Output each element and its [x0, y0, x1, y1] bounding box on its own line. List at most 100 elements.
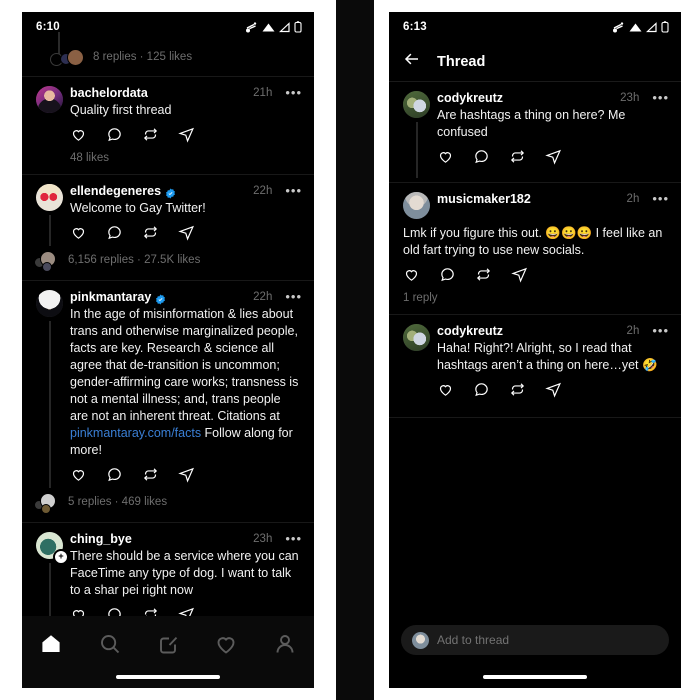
- post-pinkmantaray: pinkmantaray 22h ••• In the age of misin…: [22, 280, 314, 522]
- heart-icon[interactable]: [403, 266, 420, 288]
- signal-icon: [646, 21, 657, 33]
- more-options-icon[interactable]: •••: [652, 91, 669, 104]
- more-options-icon[interactable]: •••: [285, 290, 302, 303]
- heart-icon[interactable]: [70, 466, 87, 488]
- post-text: There should be a service where you can …: [70, 549, 299, 597]
- facepile: [34, 251, 60, 272]
- post-actions: [403, 259, 669, 292]
- bottom-navigation-bar: [22, 616, 314, 688]
- thread-connector-line: [416, 122, 418, 178]
- battery-icon: [294, 21, 302, 33]
- share-icon[interactable]: [178, 224, 195, 246]
- heart-icon[interactable]: [437, 148, 454, 170]
- comment-icon[interactable]: [473, 381, 490, 403]
- post-meta[interactable]: 8 replies · 125 likes: [93, 51, 192, 63]
- wifi-icon: [629, 22, 642, 33]
- repost-icon[interactable]: [509, 381, 526, 403]
- avatar[interactable]: [403, 324, 430, 351]
- post-musicmaker182: musicmaker182 2h ••• Lmk if you figure t…: [389, 182, 681, 314]
- repost-icon[interactable]: [142, 224, 159, 246]
- post-link[interactable]: pinkmantaray.com/facts: [70, 426, 201, 440]
- activity-heart-icon[interactable]: [214, 632, 238, 661]
- more-options-icon[interactable]: •••: [285, 86, 302, 99]
- post-header: pinkmantaray 22h •••: [70, 290, 302, 305]
- avatar-column: [403, 324, 437, 417]
- post-meta[interactable]: 5 replies · 469 likes: [68, 496, 167, 508]
- heart-icon[interactable]: [437, 381, 454, 403]
- more-options-icon[interactable]: •••: [285, 184, 302, 197]
- more-options-icon[interactable]: •••: [652, 192, 669, 205]
- avatar-column: [36, 184, 70, 250]
- share-icon[interactable]: [178, 466, 195, 488]
- post-text: Are hashtags a thing on here? Me confuse…: [437, 108, 626, 139]
- avatar[interactable]: [36, 184, 63, 211]
- post-header: bachelordata 21h •••: [70, 86, 302, 100]
- share-icon[interactable]: [511, 266, 528, 288]
- share-icon[interactable]: [545, 148, 562, 170]
- timestamp: 2h: [626, 193, 640, 205]
- post-text: Haha! Right?! Alright, so I read that ha…: [437, 341, 658, 372]
- repost-icon[interactable]: [509, 148, 526, 170]
- post-header: ellendegeneres 22h •••: [70, 184, 302, 199]
- share-icon[interactable]: [178, 126, 195, 148]
- share-icon[interactable]: [545, 381, 562, 403]
- search-icon[interactable]: [98, 632, 122, 661]
- username[interactable]: bachelordata: [70, 86, 148, 100]
- username[interactable]: musicmaker182: [437, 192, 531, 206]
- username[interactable]: ellendegeneres: [70, 184, 161, 198]
- more-options-icon[interactable]: •••: [285, 532, 302, 545]
- avatar[interactable]: [403, 192, 430, 219]
- follow-plus-icon[interactable]: +: [53, 549, 69, 565]
- facepile-avatar: [67, 49, 84, 66]
- post-header: musicmaker182 2h •••: [437, 192, 669, 206]
- feed-bottom-divider: [389, 417, 681, 418]
- compose-icon[interactable]: [156, 632, 180, 661]
- comment-icon[interactable]: [106, 466, 123, 488]
- post-meta[interactable]: 48 likes: [70, 152, 302, 174]
- avatar-column: [403, 192, 437, 219]
- post-codykreutz-1: codykreutz 23h ••• Are hashtags a thing …: [389, 82, 681, 182]
- repost-icon[interactable]: [475, 266, 492, 288]
- heart-icon[interactable]: [70, 224, 87, 246]
- post-actions: [70, 217, 302, 250]
- battery-icon: [661, 21, 669, 33]
- home-icon[interactable]: [39, 632, 63, 661]
- avatar: [412, 631, 429, 649]
- avatar[interactable]: [36, 86, 63, 113]
- username[interactable]: codykreutz: [437, 324, 503, 338]
- username[interactable]: pinkmantaray: [70, 290, 151, 304]
- post-text: Lmk if you figure this out. 😀😀😀 I feel l…: [403, 226, 663, 257]
- facepile-avatar: [41, 504, 51, 514]
- panel-separator-band: [336, 0, 374, 700]
- repost-icon[interactable]: [142, 126, 159, 148]
- post-actions: [70, 459, 302, 492]
- composer-placeholder: Add to thread: [437, 633, 510, 647]
- username[interactable]: codykreutz: [437, 91, 503, 105]
- facepile-avatar: [42, 262, 52, 272]
- avatar[interactable]: [403, 91, 430, 118]
- page-title: Thread: [437, 53, 486, 70]
- screenshot-stage: 6:10 8 replies · 125 likes bachelordata …: [0, 0, 700, 700]
- more-options-icon[interactable]: •••: [652, 324, 669, 337]
- comment-icon[interactable]: [106, 126, 123, 148]
- add-to-thread-input[interactable]: Add to thread: [401, 625, 669, 655]
- verified-badge-icon: [165, 186, 176, 199]
- home-indicator: [116, 675, 220, 679]
- comment-icon[interactable]: [473, 148, 490, 170]
- comment-icon[interactable]: [439, 266, 456, 288]
- status-clock: 6:10: [36, 21, 60, 33]
- post-meta[interactable]: 6,156 replies · 27.5K likes: [68, 254, 200, 266]
- post-meta[interactable]: 1 reply: [403, 292, 669, 314]
- signal-icon: [279, 21, 290, 33]
- profile-icon[interactable]: [273, 632, 297, 661]
- back-arrow-icon[interactable]: [403, 50, 421, 73]
- timestamp: 23h: [620, 92, 640, 104]
- comment-icon[interactable]: [106, 224, 123, 246]
- username[interactable]: ching_bye: [70, 532, 132, 546]
- heart-icon[interactable]: [70, 126, 87, 148]
- post-meta-row: 5 replies · 469 likes: [34, 492, 302, 522]
- post-bachelordata: bachelordata 21h ••• Quality first threa…: [22, 76, 314, 174]
- repost-icon[interactable]: [142, 466, 159, 488]
- avatar-column: [403, 91, 437, 182]
- avatar[interactable]: [36, 290, 63, 317]
